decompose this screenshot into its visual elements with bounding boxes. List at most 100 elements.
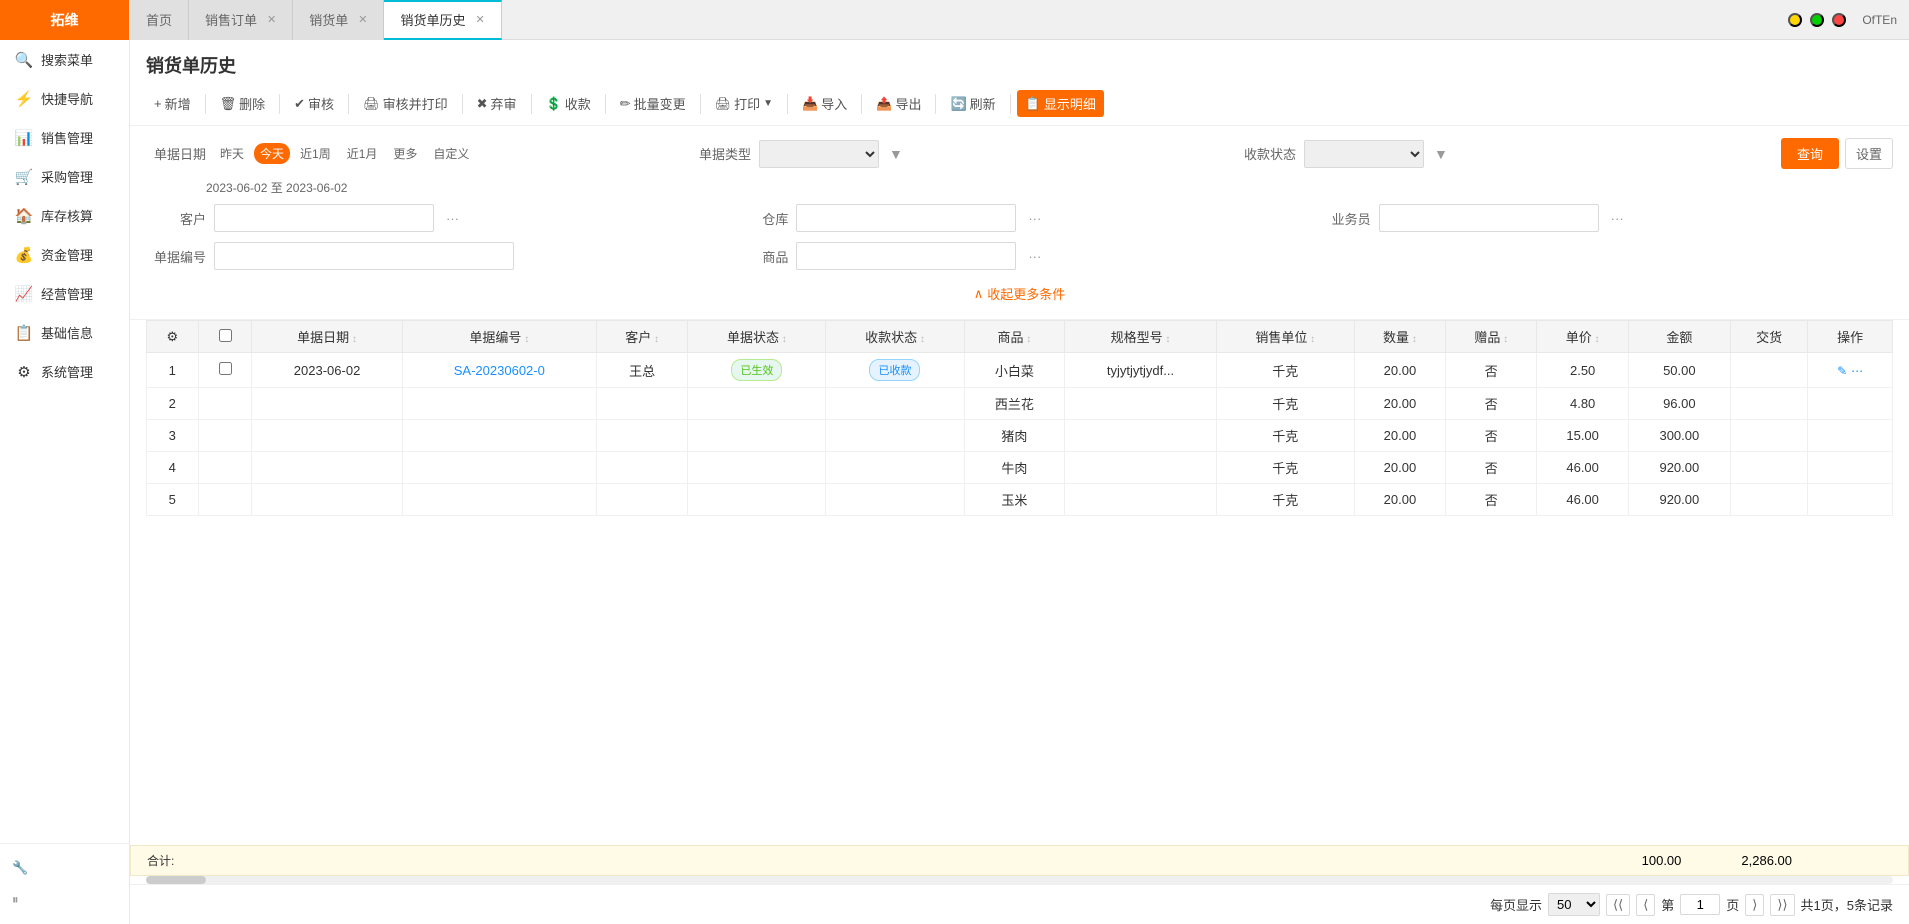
col-checkbox[interactable] <box>198 321 252 353</box>
col-doc-date[interactable]: 单据日期 <box>252 321 402 353</box>
more-action[interactable]: ⋯ <box>1851 364 1863 378</box>
cell-spec <box>1065 484 1216 516</box>
sidebar-item-purchase-mgmt[interactable]: 🛒 采购管理 <box>0 157 129 196</box>
sidebar-item-inventory[interactable]: 🏠 库存核算 <box>0 196 129 235</box>
receive-button[interactable]: 💲 收款 <box>538 90 599 117</box>
abandon-icon: ✖ <box>477 96 488 112</box>
sidebar-settings-btn[interactable]: 🔧 <box>0 852 129 884</box>
col-doc-status[interactable]: 单据状态 <box>688 321 826 353</box>
tab-sales-goods[interactable]: 销货单 ✕ <box>293 0 384 40</box>
col-qty[interactable]: 数量 <box>1354 321 1445 353</box>
col-price-label: 单价 <box>1566 330 1592 345</box>
customer-input[interactable] <box>214 204 434 232</box>
tab-sales-order-close[interactable]: ✕ <box>267 13 276 26</box>
sidebar-item-finance[interactable]: 💰 资金管理 <box>0 235 129 274</box>
cell-pay-status <box>826 484 964 516</box>
date-more[interactable]: 更多 <box>387 143 423 164</box>
divider-2 <box>279 94 280 114</box>
col-pay-status[interactable]: 收款状态 <box>826 321 964 353</box>
cell-checkbox[interactable] <box>198 452 252 484</box>
cell-checkbox[interactable] <box>198 388 252 420</box>
cell-checkbox[interactable] <box>198 420 252 452</box>
docno-input[interactable] <box>214 242 514 270</box>
audit-button[interactable]: ✔ 审核 <box>286 90 342 117</box>
date-last7[interactable]: 近1周 <box>294 143 337 164</box>
col-spec[interactable]: 规格型号 <box>1065 321 1216 353</box>
goods-dots[interactable]: ··· <box>1028 249 1041 264</box>
col-customer[interactable]: 客户 <box>596 321 687 353</box>
page-size-select[interactable]: 20 50 100 <box>1548 893 1600 916</box>
date-today[interactable]: 今天 <box>254 143 290 164</box>
cell-goods: 小白菜 <box>964 353 1065 388</box>
abandon-button[interactable]: ✖ 弃审 <box>469 90 525 117</box>
scrollbar-thumb[interactable] <box>146 876 206 884</box>
tab-home[interactable]: 首页 <box>130 0 189 40</box>
query-button[interactable]: 查询 <box>1781 138 1839 169</box>
col-doc-no[interactable]: 单据编号 <box>402 321 596 353</box>
col-amount[interactable]: 金额 <box>1628 321 1730 353</box>
col-unit[interactable]: 销售单位 <box>1216 321 1354 353</box>
tab-sales-goods-close[interactable]: ✕ <box>358 13 367 26</box>
customer-dots[interactable]: ··· <box>446 211 459 226</box>
prev-page-button[interactable]: ⟨ <box>1636 894 1655 916</box>
close-btn[interactable] <box>1832 13 1846 27</box>
page-size-label: 每页显示 <box>1490 895 1542 914</box>
table-footer: 合计: 100.00 2,286.00 <box>130 845 1909 876</box>
tab-sales-order[interactable]: 销售订单 ✕ <box>189 0 293 40</box>
salesperson-dots[interactable]: ··· <box>1611 211 1624 226</box>
export-button[interactable]: 📤 导出 <box>868 90 929 117</box>
sidebar-item-search-menu[interactable]: 🔍 搜索菜单 <box>0 40 129 79</box>
audit-print-label: 审核并打印 <box>383 94 448 113</box>
row-checkbox[interactable] <box>219 362 232 375</box>
sidebar-pause-btn[interactable]: ⏸ <box>0 884 129 916</box>
tab-sales-history-close[interactable]: ✕ <box>476 13 485 26</box>
setting-button[interactable]: 设置 <box>1845 138 1893 169</box>
col-gear[interactable]: ⚙ <box>147 321 199 353</box>
query-buttons: 查询 设置 <box>1781 138 1893 169</box>
filter-docno-item: 单据编号 <box>146 242 728 270</box>
cell-checkbox[interactable] <box>198 353 252 388</box>
tab-sales-history[interactable]: 销货单历史 ✕ <box>384 0 501 40</box>
warehouse-input[interactable] <box>796 204 1016 232</box>
pay-status-select[interactable] <box>1304 140 1424 168</box>
audit-print-button[interactable]: 🖨 审核并打印 <box>355 90 456 117</box>
refresh-button[interactable]: 🔄 刷新 <box>942 90 1003 117</box>
show-detail-button[interactable]: 📋 显示明细 <box>1017 90 1104 117</box>
next-page-button[interactable]: ⟩ <box>1745 894 1764 916</box>
select-all-checkbox[interactable] <box>219 329 232 342</box>
collapse-button[interactable]: ∧ 收起更多条件 <box>146 280 1893 307</box>
sidebar-item-basic-info[interactable]: 📋 基础信息 <box>0 313 129 352</box>
col-price[interactable]: 单价 <box>1537 321 1628 353</box>
col-goods[interactable]: 商品 <box>964 321 1065 353</box>
date-custom[interactable]: 自定义 <box>427 143 475 164</box>
salesperson-input[interactable] <box>1379 204 1599 232</box>
toolbar: + 新增 🗑 删除 ✔ 审核 🖨 审核并打印 ✖ 弃审 <box>130 82 1909 126</box>
filter-customer-item: 客户 ··· <box>146 204 728 232</box>
new-button[interactable]: + 新增 <box>146 90 199 117</box>
sidebar-item-operations[interactable]: 📈 经营管理 <box>0 274 129 313</box>
maximize-btn[interactable] <box>1810 13 1824 27</box>
batch-change-button[interactable]: ✏ 批量变更 <box>612 90 694 117</box>
page-input[interactable]: 1 <box>1680 894 1720 915</box>
print-button[interactable]: 🖨 打印 ▼ <box>707 90 781 117</box>
minimize-btn[interactable] <box>1788 13 1802 27</box>
cell-checkbox[interactable] <box>198 484 252 516</box>
first-page-button[interactable]: ⟨⟨ <box>1606 894 1630 916</box>
horizontal-scrollbar[interactable] <box>146 876 1893 884</box>
show-detail-label: 显示明细 <box>1044 94 1096 113</box>
goods-input[interactable] <box>796 242 1016 270</box>
import-button[interactable]: 📥 导入 <box>794 90 855 117</box>
date-last1m[interactable]: 近1月 <box>341 143 384 164</box>
warehouse-dots[interactable]: ··· <box>1028 211 1041 226</box>
sidebar-item-sales-mgmt[interactable]: 📊 销售管理 <box>0 118 129 157</box>
cell-rownum: 5 <box>147 484 199 516</box>
doc-no-link[interactable]: SA-20230602-0 <box>454 363 545 378</box>
sidebar-item-quick-nav[interactable]: ⚡ 快捷导航 <box>0 79 129 118</box>
delete-button[interactable]: 🗑 删除 <box>212 90 274 117</box>
last-page-button[interactable]: ⟩⟩ <box>1770 894 1794 916</box>
date-yesterday[interactable]: 昨天 <box>214 143 250 164</box>
col-gift[interactable]: 赠品 <box>1446 321 1537 353</box>
doc-type-select[interactable] <box>759 140 879 168</box>
edit-action[interactable]: ✎ <box>1837 364 1847 378</box>
sidebar-item-sys-mgmt[interactable]: ⚙ 系统管理 <box>0 352 129 391</box>
